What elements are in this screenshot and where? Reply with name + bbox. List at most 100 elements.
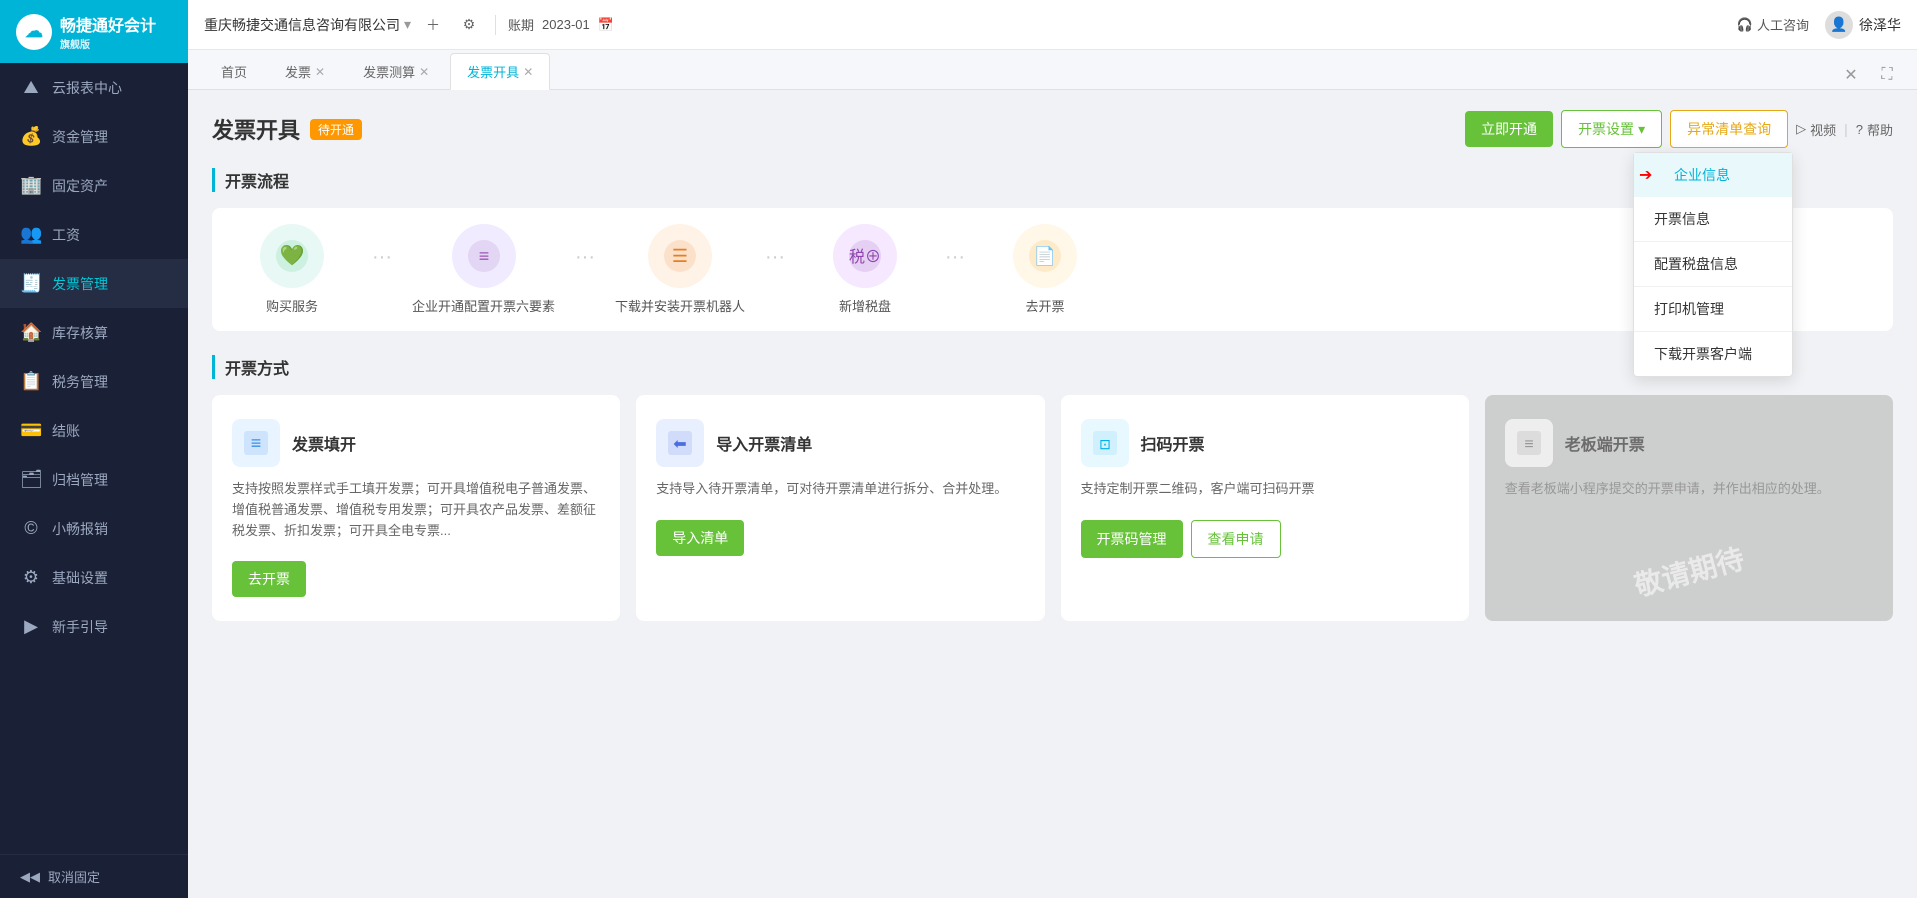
add-tax-label: 新增税盘 — [839, 296, 891, 315]
sidebar-label-tax: 税务管理 — [52, 372, 108, 392]
fill-icon: ≡ — [232, 419, 280, 467]
buy-service-label: 购买服务 — [266, 296, 318, 315]
boss-card-header: ≡ 老板端开票 — [1505, 419, 1873, 467]
sidebar-item-settle[interactable]: 💳 结账 — [0, 406, 188, 455]
import-actions: 导入清单 — [656, 520, 1024, 556]
sidebar-label-fixed-asset: 固定资产 — [52, 176, 108, 196]
sidebar-item-cloud-report[interactable]: ⛰ 云报表中心 — [0, 63, 188, 112]
user-avatar: 👤 — [1825, 11, 1853, 39]
fill-go-button[interactable]: 去开票 — [232, 561, 306, 597]
consulting-button[interactable]: 🎧 人工咨询 — [1737, 15, 1809, 34]
sidebar-item-tax[interactable]: 📋 税务管理 — [0, 357, 188, 406]
tab-invoice[interactable]: 发票 ✕ — [268, 53, 342, 89]
download-icon: ☰ — [648, 224, 712, 288]
help-button[interactable]: ? 帮助 — [1856, 120, 1893, 139]
sidebar-scroll: ⛰ 云报表中心 💰 资金管理 🏢 固定资产 👥 工资 🧾 发票管理 🏠 库存核算… — [0, 63, 188, 854]
billing-methods-section: 开票方式 ≡ 发票填开 支持按照发票样式手工填开发票；可开具增值税电子普通发票、… — [212, 355, 1893, 621]
company-name-text: 重庆畅捷交通信息咨询有限公司 — [204, 15, 400, 35]
open-invoice-icon: 📄 — [1013, 224, 1077, 288]
sidebar-label-settings: 基础设置 — [52, 568, 108, 588]
fill-actions: 去开票 — [232, 561, 600, 597]
sidebar-item-invoice[interactable]: 🧾 发票管理 — [0, 259, 188, 308]
billing-methods-grid: ≡ 发票填开 支持按照发票样式手工填开发票；可开具增值税电子普通发票、增值税普通… — [212, 395, 1893, 621]
topbar: 重庆畅捷交通信息咨询有限公司 ▾ ＋ ⚙ 账期 2023-01 📅 🎧 人工咨询… — [188, 0, 1917, 50]
sidebar-item-salary[interactable]: 👥 工资 — [0, 210, 188, 259]
sidebar-label-inventory: 库存核算 — [52, 323, 108, 343]
import-card-header: ⬅ 导入开票清单 — [656, 419, 1024, 467]
period-info: 账期 2023-01 📅 — [508, 15, 614, 34]
header-actions: 立即开通 开票设置 ▾ 异常清单查询 ▷ 视频 | ? 帮助 — [1465, 110, 1893, 148]
sidebar-label-settle: 结账 — [52, 421, 80, 441]
flow-arrow-2: ··· — [555, 246, 615, 293]
boss-desc: 查看老板端小程序提交的开票申请，并作出相应的处理。 — [1505, 479, 1873, 500]
gear-icon: ⚙ — [463, 16, 476, 33]
sidebar-label-xiaochang: 小畅报销 — [52, 519, 108, 539]
settle-icon: 💳 — [20, 420, 42, 441]
video-button[interactable]: ▷ 视频 — [1796, 120, 1836, 139]
user-info[interactable]: 👤 徐泽华 — [1825, 11, 1901, 39]
svg-text:≡: ≡ — [478, 246, 489, 266]
sidebar-item-fund[interactable]: 💰 资金管理 — [0, 112, 188, 161]
printer-label: 打印机管理 — [1654, 301, 1724, 317]
dropdown-item-invoice-info[interactable]: 开票信息 — [1634, 197, 1792, 242]
expand-btn[interactable]: ⛶ — [1873, 61, 1901, 89]
tab-invoice-open[interactable]: 发票开具 ✕ — [450, 53, 550, 90]
config-label: 企业开通配置开票六要素 — [412, 296, 555, 315]
calendar-icon[interactable]: 📅 — [598, 17, 614, 33]
view-apply-button[interactable]: 查看申请 — [1191, 520, 1281, 558]
tax-disk-icon: 税⊕ — [833, 224, 897, 288]
tab-invoice-calc[interactable]: 发票测算 ✕ — [346, 53, 446, 89]
company-selector[interactable]: 重庆畅捷交通信息咨询有限公司 ▾ — [204, 15, 411, 35]
sidebar-item-inventory[interactable]: 🏠 库存核算 — [0, 308, 188, 357]
tab-home[interactable]: 首页 — [204, 53, 264, 89]
svg-text:☰: ☰ — [672, 246, 688, 266]
sidebar-label-fund: 资金管理 — [52, 127, 108, 147]
flow-arrow-4: ··· — [925, 246, 985, 293]
sidebar-label-archive: 归档管理 — [52, 470, 108, 490]
sidebar-item-xiaochang[interactable]: © 小畅报销 — [0, 504, 188, 553]
svg-text:⊡: ⊡ — [1099, 436, 1111, 452]
dropdown-item-download-client[interactable]: 下载开票客户端 — [1634, 332, 1792, 376]
dropdown-item-company-info[interactable]: ➔ 企业信息 — [1634, 153, 1792, 197]
sidebar-label-invoice: 发票管理 — [52, 274, 108, 294]
sidebar-item-fixed-asset[interactable]: 🏢 固定资产 — [0, 161, 188, 210]
salary-icon: 👥 — [20, 224, 42, 245]
settings-dropdown-button[interactable]: 开票设置 ▾ — [1561, 110, 1662, 148]
content-area: 发票开具 待开通 立即开通 开票设置 ▾ 异常清单查询 ▷ 视频 | ? 帮助 — [188, 90, 1917, 898]
company-chevron-icon: ▾ — [404, 16, 411, 33]
import-title: 导入开票清单 — [716, 431, 812, 455]
activate-button[interactable]: 立即开通 — [1465, 111, 1553, 147]
company-info-label: 企业信息 — [1654, 167, 1730, 183]
add-company-button[interactable]: ＋ — [419, 11, 447, 39]
sidebar-item-archive[interactable]: 🗂 归档管理 — [0, 455, 188, 504]
boss-title: 老板端开票 — [1565, 431, 1645, 455]
sidebar-item-basic-settings[interactable]: ⚙ 基础设置 — [0, 553, 188, 602]
tab-invoice-calc-close[interactable]: ✕ — [419, 65, 429, 79]
settings-button[interactable]: ⚙ — [455, 11, 483, 39]
inventory-icon: 🏠 — [20, 322, 42, 343]
settings-dropdown-menu: ➔ 企业信息 开票信息 配置税盘信息 打印机管理 下载开票客户端 — [1633, 152, 1793, 377]
qr-manage-button[interactable]: 开票码管理 — [1081, 520, 1183, 558]
download-client-label: 下载开票客户端 — [1654, 346, 1752, 362]
import-list-button[interactable]: 导入清单 — [656, 520, 744, 556]
cancel-pin-label: 取消固定 — [48, 867, 100, 886]
video-label: 视频 — [1810, 120, 1836, 139]
anomaly-button[interactable]: 异常清单查询 — [1670, 110, 1788, 148]
dropdown-item-tax-config[interactable]: 配置税盘信息 — [1634, 242, 1792, 287]
billing-card-import: ⬅ 导入开票清单 支持导入待开票清单，可对待开票清单进行拆分、合并处理。 导入清… — [636, 395, 1044, 621]
scan-title: 扫码开票 — [1141, 431, 1205, 455]
sidebar: ☁ 畅捷通好会计 旗舰版 ⛰ 云报表中心 💰 资金管理 🏢 固定资产 👥 工资 … — [0, 0, 188, 898]
close-tab-btn[interactable]: ✕ — [1837, 61, 1865, 89]
sidebar-label-guide: 新手引导 — [52, 617, 108, 637]
topbar-right: 🎧 人工咨询 👤 徐泽华 — [1737, 11, 1901, 39]
fixed-asset-icon: 🏢 — [20, 175, 42, 196]
dropdown-item-printer[interactable]: 打印机管理 — [1634, 287, 1792, 332]
tab-invoice-close[interactable]: ✕ — [315, 65, 325, 79]
tab-invoice-open-close[interactable]: ✕ — [523, 65, 533, 79]
sidebar-item-guide[interactable]: ▶ 新手引导 — [0, 602, 188, 651]
flow-step-config: ≡ 企业开通配置开票六要素 — [412, 224, 555, 315]
pin-icon: ◀◀ — [20, 869, 40, 885]
open-invoice-label: 去开票 — [1026, 296, 1065, 315]
sidebar-cancel-pin[interactable]: ◀◀ 取消固定 — [0, 854, 188, 898]
xiaochang-icon: © — [20, 518, 42, 539]
